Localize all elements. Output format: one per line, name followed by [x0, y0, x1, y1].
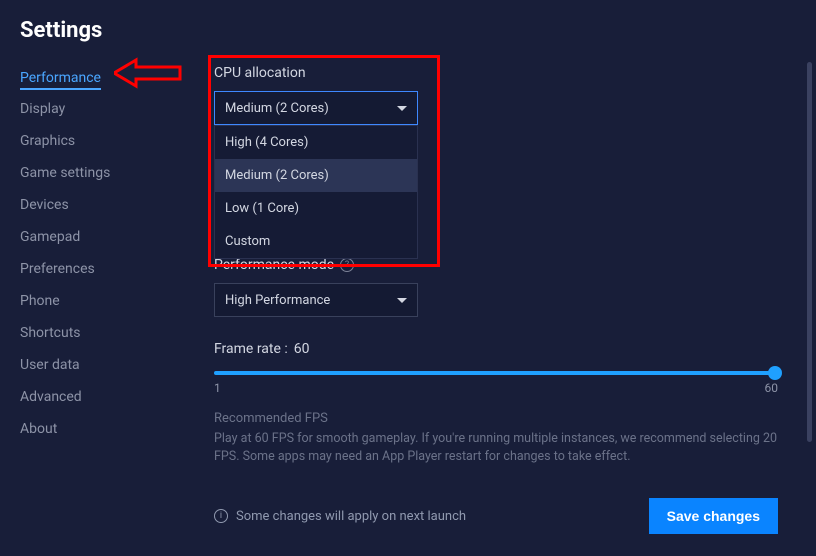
cpu-allocation-section: CPU allocation Medium (2 Cores) High (4 …: [214, 65, 778, 259]
slider-min-label: 1: [214, 381, 221, 395]
page-title: Settings: [20, 18, 796, 43]
cpu-option-high[interactable]: High (4 Cores): [215, 126, 417, 159]
chevron-down-icon: [397, 298, 407, 303]
cpu-allocation-dropdown: High (4 Cores) Medium (2 Cores) Low (1 C…: [214, 125, 418, 259]
sidebar-item-about[interactable]: About: [20, 416, 190, 442]
frame-rate-label-prefix: Frame rate :: [214, 341, 288, 357]
footer-notice-text: Some changes will apply on next launch: [236, 509, 466, 524]
content-panel: CPU allocation Medium (2 Cores) High (4 …: [214, 65, 796, 544]
frame-rate-section: Frame rate : 60 1 60: [214, 341, 778, 395]
sidebar-item-shortcuts[interactable]: Shortcuts: [20, 320, 190, 346]
performance-mode-label: Performance mode ?: [214, 257, 778, 273]
sidebar-item-preferences[interactable]: Preferences: [20, 256, 190, 282]
cpu-option-medium[interactable]: Medium (2 Cores): [215, 159, 417, 192]
slider-max-label: 60: [765, 381, 779, 395]
recommended-fps-title: Recommended FPS: [214, 411, 778, 426]
cpu-option-custom[interactable]: Custom: [215, 225, 417, 258]
footer: i Some changes will apply on next launch…: [214, 498, 778, 534]
footer-info: i Some changes will apply on next launch: [214, 509, 466, 524]
recommended-fps-text: Play at 60 FPS for smooth gameplay. If y…: [214, 430, 778, 466]
info-icon[interactable]: ?: [340, 258, 354, 272]
sidebar-item-user-data[interactable]: User data: [20, 352, 190, 378]
cpu-allocation-label: CPU allocation: [214, 65, 778, 81]
performance-mode-label-text: Performance mode: [214, 257, 334, 273]
cpu-option-low[interactable]: Low (1 Core): [215, 192, 417, 225]
sidebar-item-phone[interactable]: Phone: [20, 288, 190, 314]
chevron-down-icon: [397, 106, 407, 111]
performance-mode-selected-value: High Performance: [225, 293, 330, 308]
save-button[interactable]: Save changes: [649, 498, 778, 534]
frame-rate-label: Frame rate : 60: [214, 341, 778, 357]
performance-mode-select[interactable]: High Performance: [214, 283, 418, 317]
sidebar-item-game-settings[interactable]: Game settings: [20, 160, 190, 186]
scrollbar[interactable]: [807, 62, 812, 442]
frame-rate-slider[interactable]: [214, 371, 778, 375]
sidebar-item-gamepad[interactable]: Gamepad: [20, 224, 190, 250]
cpu-allocation-select[interactable]: Medium (2 Cores): [214, 91, 418, 125]
sidebar-item-graphics[interactable]: Graphics: [20, 128, 190, 154]
info-icon: i: [214, 509, 228, 523]
cpu-allocation-selected-value: Medium (2 Cores): [225, 101, 329, 116]
slider-range-labels: 1 60: [214, 381, 778, 395]
slider-thumb[interactable]: [768, 366, 782, 380]
sidebar-item-performance[interactable]: Performance: [20, 65, 101, 90]
recommended-fps-section: Recommended FPS Play at 60 FPS for smoot…: [214, 411, 778, 466]
performance-mode-section: Performance mode ? High Performance: [214, 257, 778, 317]
sidebar: Performance Display Graphics Game settin…: [20, 65, 190, 544]
sidebar-item-display[interactable]: Display: [20, 96, 190, 122]
sidebar-item-devices[interactable]: Devices: [20, 192, 190, 218]
sidebar-item-advanced[interactable]: Advanced: [20, 384, 190, 410]
frame-rate-value: 60: [294, 341, 310, 357]
